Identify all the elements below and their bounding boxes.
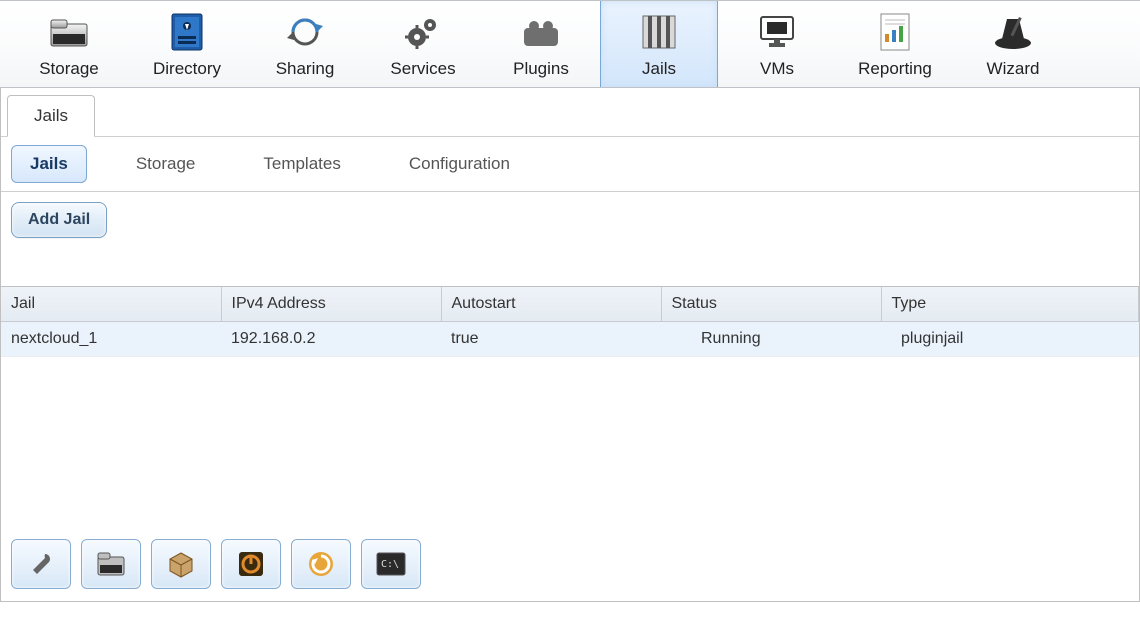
table-empty-area [1,357,1139,527]
main-toolbar: Storage Directory Sharing Services Plugi… [0,0,1140,88]
sub-tab-storage[interactable]: Storage [117,145,215,183]
cell-ipv4: 192.168.0.2 [221,322,441,357]
sub-tabs: Jails Storage Templates Configuration [1,137,1139,192]
page-tab-jails[interactable]: Jails [7,95,95,137]
sub-tab-label: Storage [136,154,196,173]
cell-type: pluginjail [881,322,1139,357]
col-ipv4[interactable]: IPv4 Address [221,287,441,322]
toolbar-item-sharing[interactable]: Sharing [246,1,364,87]
jails-icon [601,11,717,53]
sub-tab-jails[interactable]: Jails [11,145,87,183]
vms-icon [718,11,836,53]
col-jail[interactable]: Jail [1,287,221,322]
toolbar-item-storage[interactable]: Storage [10,1,128,87]
sub-tab-templates[interactable]: Templates [244,145,359,183]
toolbar-label: VMs [718,59,836,79]
folder-icon [96,551,126,577]
shell-button[interactable]: C:\ [361,539,421,589]
open-button[interactable] [81,539,141,589]
toolbar-item-directory[interactable]: Directory [128,1,246,87]
terminal-icon: C:\ [376,552,406,576]
storage-icon [10,11,128,53]
content-area: Jails Jails Storage Templates Configurat… [0,88,1140,602]
col-status[interactable]: Status [661,287,881,322]
sub-tab-label: Jails [30,154,68,173]
sub-tab-label: Configuration [409,154,510,173]
page-tabs: Jails [1,88,1139,137]
action-bar: Add Jail [1,192,1139,246]
toolbar-label: Directory [128,59,246,79]
package-button[interactable] [151,539,211,589]
sharing-icon [246,11,364,53]
start-button[interactable] [221,539,281,589]
cell-status: Running [661,322,881,357]
toolbar-item-vms[interactable]: VMs [718,1,836,87]
bottom-action-bar: C:\ [1,527,1139,601]
table-row[interactable]: nextcloud_1 192.168.0.2 true Running plu… [1,322,1139,357]
wizard-icon [954,11,1072,53]
toolbar-label: Jails [601,59,717,79]
cell-jail: nextcloud_1 [1,322,221,357]
reporting-icon [836,11,954,53]
jails-table: Jail IPv4 Address Autostart Status Type … [1,287,1139,357]
toolbar-item-reporting[interactable]: Reporting [836,1,954,87]
toolbar-label: Wizard [954,59,1072,79]
page-tab-label: Jails [34,106,68,125]
toolbar-item-wizard[interactable]: Wizard [954,1,1072,87]
table-header-row: Jail IPv4 Address Autostart Status Type [1,287,1139,322]
toolbar-label: Services [364,59,482,79]
toolbar-label: Sharing [246,59,364,79]
toolbar-item-jails[interactable]: Jails [600,1,718,87]
services-icon [364,11,482,53]
add-jail-button[interactable]: Add Jail [11,202,107,238]
toolbar-label: Storage [10,59,128,79]
wrench-icon [27,550,55,578]
toolbar-label: Reporting [836,59,954,79]
box-icon [167,550,195,578]
col-autostart[interactable]: Autostart [441,287,661,322]
toolbar-label: Plugins [482,59,600,79]
toolbar-item-plugins[interactable]: Plugins [482,1,600,87]
cell-autostart: true [441,322,661,357]
toolbar-item-services[interactable]: Services [364,1,482,87]
sub-tab-configuration[interactable]: Configuration [390,145,529,183]
refresh-icon [307,550,335,578]
restart-button[interactable] [291,539,351,589]
col-type[interactable]: Type [881,287,1139,322]
sub-tab-label: Templates [263,154,340,173]
button-label: Add Jail [28,211,90,228]
power-icon [237,550,265,578]
jails-table-wrap: Jail IPv4 Address Autostart Status Type … [1,286,1139,527]
edit-button[interactable] [11,539,71,589]
directory-icon [128,11,246,53]
svg-text:C:\: C:\ [381,559,399,570]
plugins-icon [482,11,600,53]
